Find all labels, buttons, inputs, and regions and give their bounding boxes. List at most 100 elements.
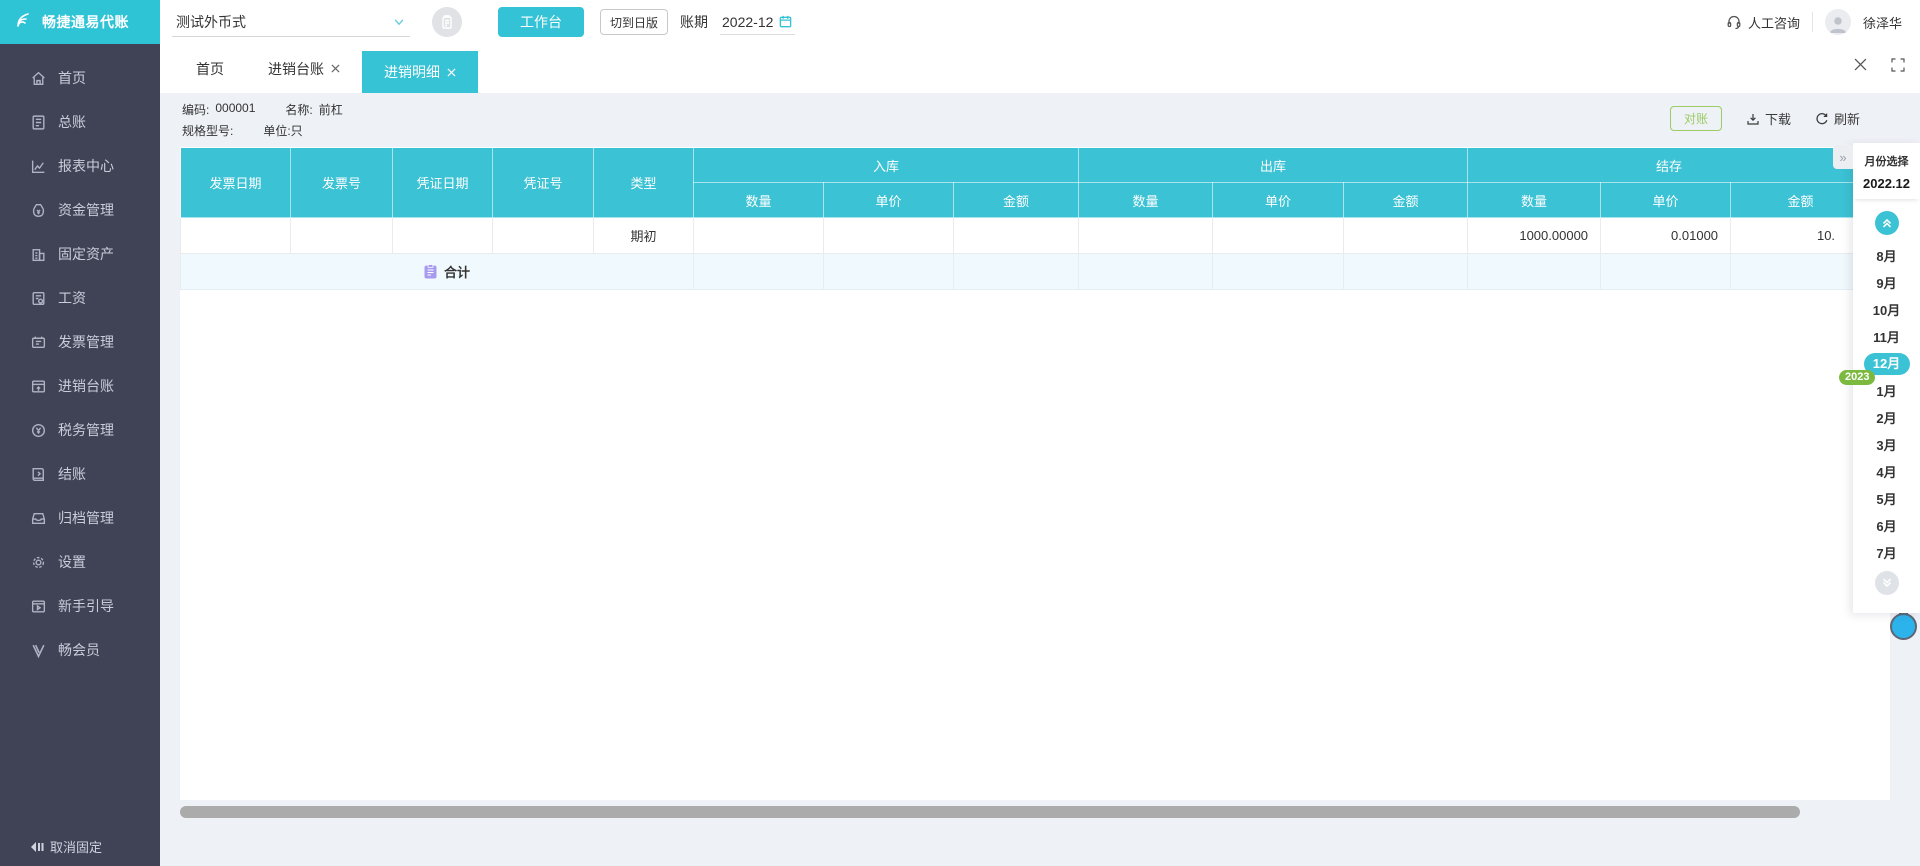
- tab-inout-ledger[interactable]: 进销台账: [246, 44, 362, 93]
- reconcile-label: 对账: [1683, 112, 1708, 126]
- guide-icon: [30, 598, 47, 615]
- horizontal-scrollbar[interactable]: [180, 806, 1800, 818]
- col-voucher-no[interactable]: 凭证号: [492, 147, 594, 218]
- month-item[interactable]: 8月: [1853, 243, 1920, 270]
- settings-icon: [30, 554, 47, 571]
- unpin-label: 取消固定: [50, 840, 103, 855]
- month-item[interactable]: 5月: [1853, 486, 1920, 513]
- tab-inout-detail[interactable]: 进销明细: [362, 51, 478, 93]
- sidebar-item-home[interactable]: 首页: [0, 56, 160, 100]
- col-in-amount[interactable]: 金额: [952, 182, 1080, 218]
- sidebar-item-closing[interactable]: 结账: [0, 452, 160, 496]
- cell-empty: [1212, 253, 1345, 290]
- sidebar-item-member[interactable]: 畅会员: [0, 628, 160, 672]
- inout-detail-table: 发票日期 发票号 凭证日期 凭证号 类型 入库 出库 结存 数量 单价 金额 数…: [180, 147, 1872, 290]
- app-logo[interactable]: 畅捷通易代账: [0, 0, 160, 44]
- group-balance: 结存: [1467, 147, 1872, 183]
- cell-empty: [823, 217, 954, 254]
- month-item[interactable]: 6月: [1853, 513, 1920, 540]
- sidebar-item-general-ledger[interactable]: 总账: [0, 100, 160, 144]
- col-out-qty[interactable]: 数量: [1078, 182, 1214, 218]
- sidebar-item-label: 结账: [58, 466, 86, 482]
- col-out-price[interactable]: 单价: [1212, 182, 1345, 218]
- close-tab-icon[interactable]: [331, 64, 340, 73]
- cell-empty: [693, 253, 824, 290]
- memo-icon[interactable]: [432, 7, 462, 37]
- topbar: 测试外币式 工作台 切到日版 账期 2022-12 人工咨询 徐泽华: [160, 0, 1920, 44]
- collapse-panel-icon[interactable]: »: [1833, 145, 1853, 169]
- sidebar-item-fixed-assets[interactable]: 固定资产: [0, 232, 160, 276]
- member-icon: [30, 642, 47, 659]
- refresh-button[interactable]: 刷新: [1815, 109, 1860, 128]
- app-title: 畅捷通易代账: [42, 14, 129, 30]
- refresh-icon: [1815, 112, 1829, 126]
- tab-home[interactable]: 首页: [174, 44, 246, 93]
- total-clipboard-icon: [424, 264, 437, 279]
- code-value: 000001: [215, 101, 256, 115]
- period-label: 账期: [680, 14, 709, 30]
- avatar[interactable]: [1824, 9, 1851, 35]
- calendar-icon: [778, 14, 793, 29]
- cell-empty: [952, 217, 1080, 254]
- cell-empty: [492, 217, 594, 254]
- col-in-qty[interactable]: 数量: [693, 182, 824, 218]
- sidebar-item-settings[interactable]: 设置: [0, 540, 160, 584]
- account-set-select[interactable]: 测试外币式: [172, 7, 410, 37]
- month-item[interactable]: 9月: [1853, 270, 1920, 297]
- reconcile-button[interactable]: 对账: [1669, 106, 1722, 131]
- col-invoice-date[interactable]: 发票日期: [180, 147, 291, 218]
- fullscreen-icon[interactable]: [1891, 58, 1906, 73]
- ledger-icon: [30, 114, 47, 131]
- col-bal-amount[interactable]: 金额: [1730, 182, 1872, 218]
- close-icon[interactable]: [1854, 58, 1869, 73]
- month-item[interactable]: 11月: [1853, 324, 1920, 351]
- sidebar-item-invoice[interactable]: 发票管理: [0, 320, 160, 364]
- sidebar-item-label: 资金管理: [58, 202, 114, 218]
- col-bal-price[interactable]: 单价: [1600, 182, 1732, 218]
- workbench-button[interactable]: 工作台: [498, 7, 584, 37]
- divider: [1811, 12, 1813, 32]
- sidebar-item-archive[interactable]: 归档管理: [0, 496, 160, 540]
- scroll-months-up-button[interactable]: [1874, 211, 1899, 235]
- col-bal-qty[interactable]: 数量: [1467, 182, 1602, 218]
- col-in-price[interactable]: 单价: [823, 182, 954, 218]
- tab-label: 进销明细: [384, 64, 440, 80]
- col-invoice-no[interactable]: 发票号: [290, 147, 393, 218]
- sidebar-item-tax[interactable]: 税务管理: [0, 408, 160, 452]
- sidebar-item-report-center[interactable]: 报表中心: [0, 144, 160, 188]
- switch-old-version-button[interactable]: 切到日版: [600, 9, 669, 35]
- period-picker[interactable]: 2022-12: [720, 10, 796, 35]
- scroll-months-down-button[interactable]: [1874, 571, 1899, 595]
- account-set-value: 测试外币式: [176, 13, 246, 30]
- year-badge: 2023: [1839, 370, 1876, 385]
- vertical-scroll-handle[interactable]: [1890, 613, 1917, 640]
- close-tab-icon[interactable]: [447, 67, 456, 77]
- month-item[interactable]: 7月: [1853, 540, 1920, 567]
- current-period: 2022.12: [1853, 176, 1920, 199]
- unpin-sidebar-button[interactable]: 取消固定: [30, 837, 102, 856]
- col-out-amount[interactable]: 金额: [1343, 182, 1469, 218]
- month-item[interactable]: 3月: [1853, 432, 1920, 459]
- sidebar-item-label: 税务管理: [58, 422, 114, 438]
- sidebar-item-salary[interactable]: 工资: [0, 276, 160, 320]
- col-voucher-date[interactable]: 凭证日期: [392, 147, 493, 218]
- month-item[interactable]: 2月: [1853, 405, 1920, 432]
- assets-icon: [30, 246, 47, 263]
- tax-icon: [30, 422, 47, 439]
- support-link[interactable]: 人工咨询: [1726, 13, 1800, 32]
- switch-old-label: 切到日版: [610, 15, 659, 30]
- sidebar-item-inout-ledger[interactable]: 进销台账: [0, 364, 160, 408]
- month-item[interactable]: 4月: [1853, 459, 1920, 486]
- cell-empty: [1078, 217, 1214, 254]
- col-type[interactable]: 类型: [593, 147, 694, 218]
- sidebar-item-funds[interactable]: 资金管理: [0, 188, 160, 232]
- month-item[interactable]: 10月: [1853, 297, 1920, 324]
- spec-label: 规格型号:: [182, 124, 234, 138]
- table-row[interactable]: 期初 1000.00000 0.01000 10.: [180, 217, 1872, 254]
- sidebar-item-guide[interactable]: 新手引导: [0, 584, 160, 628]
- download-button[interactable]: 下载: [1746, 109, 1791, 128]
- username[interactable]: 徐泽华: [1863, 13, 1902, 32]
- cell-balance-amount: 10.: [1730, 217, 1872, 254]
- name-label: 名称:: [285, 103, 313, 117]
- sidebar-item-label: 固定资产: [58, 246, 114, 262]
